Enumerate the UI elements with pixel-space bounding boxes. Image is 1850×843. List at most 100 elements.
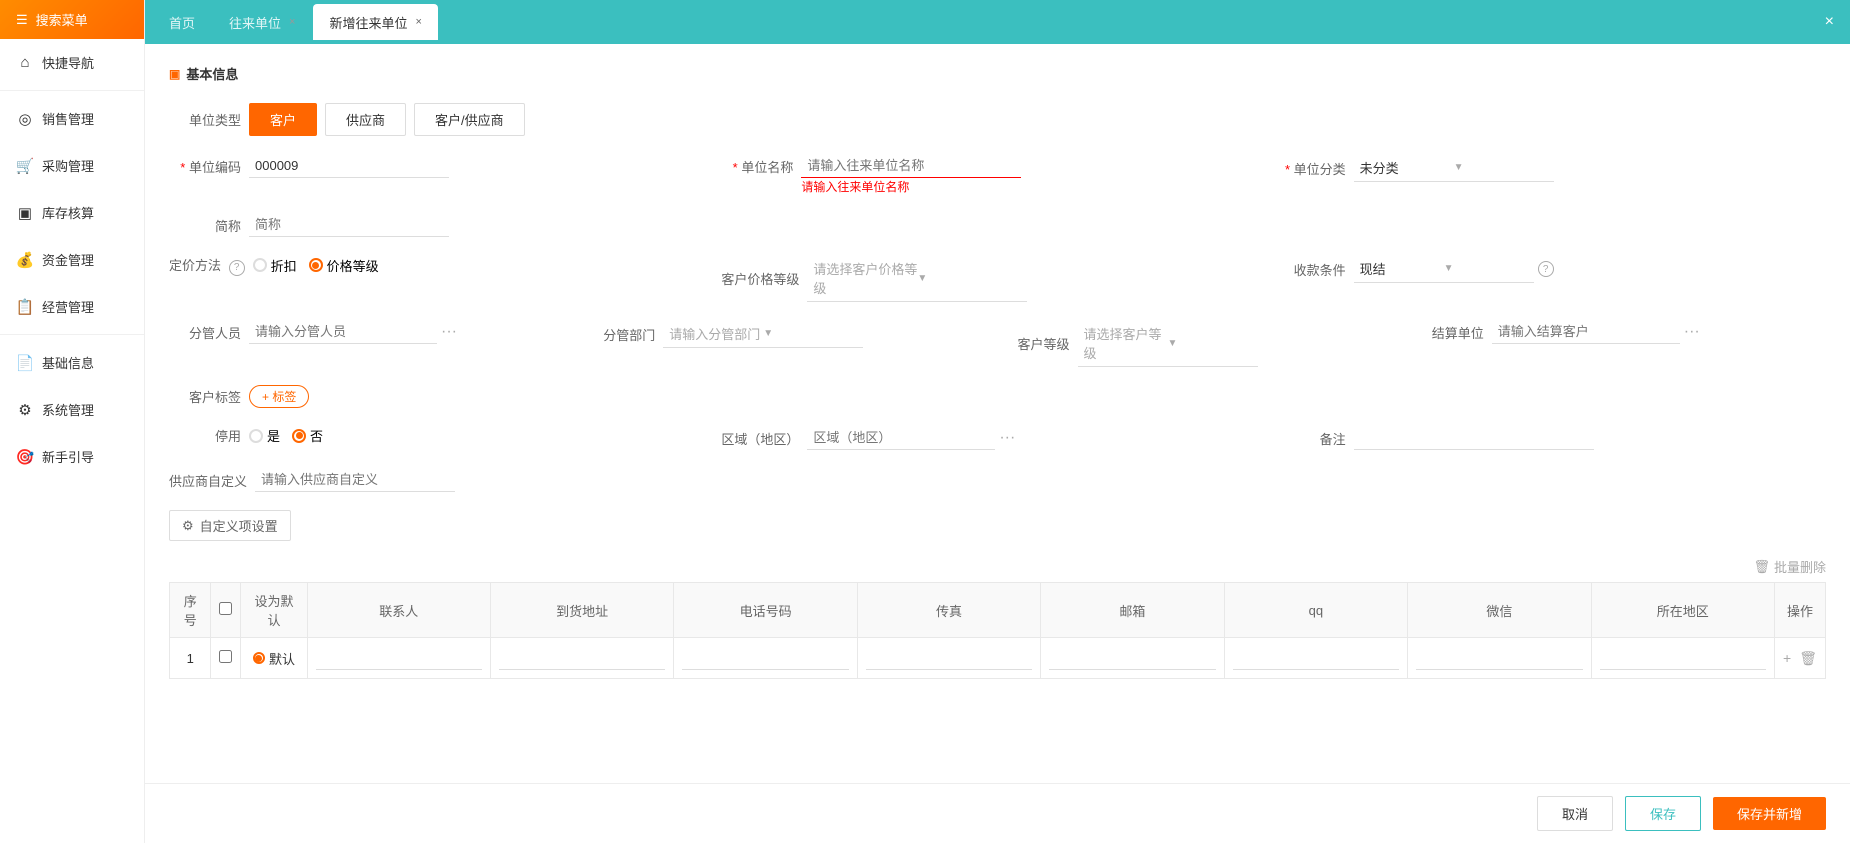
col-no: 序号 — [170, 583, 211, 638]
row-add-btn[interactable]: + — [1783, 650, 1791, 666]
col-wechat: 微信 — [1408, 583, 1591, 638]
sidebar-item-quick-nav[interactable]: ⌂快捷导航 — [0, 39, 144, 86]
disable-label: 停用 — [169, 426, 249, 445]
save-button[interactable]: 保存 — [1625, 796, 1701, 831]
sidebar-item-finance[interactable]: 💰资金管理 — [0, 236, 144, 283]
pricing-help-icon[interactable]: ? — [229, 260, 245, 276]
abbr-label: 简称 — [169, 216, 249, 235]
row-contact-input[interactable] — [316, 646, 482, 670]
type-btn-customer[interactable]: 客户 — [249, 103, 317, 136]
form-content: ▣ 基本信息 单位类型 客户供应商客户/供应商 * 单位编码 * 单位名称 — [145, 44, 1850, 783]
payment-help-icon[interactable]: ? — [1538, 261, 1554, 277]
row-default-radio[interactable] — [253, 652, 265, 664]
row-address-input[interactable] — [499, 646, 665, 670]
sidebar-item-basic[interactable]: 📄基础信息 — [0, 339, 144, 386]
unit-category-arrow: ▼ — [1454, 162, 1548, 173]
section-title-label: 基本信息 — [186, 64, 238, 83]
settlement-input[interactable] — [1492, 320, 1680, 344]
row-delete-btn[interactable]: 🗑 — [1799, 650, 1817, 667]
row-email-input[interactable] — [1049, 646, 1215, 670]
unit-code-field: * 单位编码 — [169, 154, 721, 178]
unit-type-label: 单位类型 — [169, 110, 249, 129]
supplier-custom-label: 供应商自定义 — [169, 471, 255, 490]
manager-input[interactable] — [249, 320, 437, 344]
col-address: 到货地址 — [490, 583, 673, 638]
code-name-row: * 单位编码 * 单位名称 请输入往来单位名称 * 单位分类 — [169, 154, 1826, 195]
unit-category-label: * 单位分类 — [1274, 159, 1354, 178]
sidebar-item-label-inventory: 库存核算 — [42, 203, 94, 222]
select-all-checkbox[interactable] — [219, 602, 232, 615]
col-default: 设为默认 — [241, 583, 307, 638]
payment-select[interactable]: 现结 ▼ — [1354, 255, 1534, 283]
col-check — [211, 583, 241, 638]
pricing-discount[interactable]: 折扣 — [253, 256, 297, 275]
area-input[interactable] — [807, 426, 995, 450]
cancel-button[interactable]: 取消 — [1537, 796, 1613, 831]
dept-placeholder: 请输入分管部门 — [669, 324, 763, 343]
unit-name-label: * 单位名称 — [721, 157, 801, 176]
sidebar-item-system[interactable]: ⚙系统管理 — [0, 386, 144, 433]
sidebar-item-label-system: 系统管理 — [42, 400, 94, 419]
search-menu-label: 搜索菜单 — [36, 10, 88, 29]
pricing-discount-radio — [253, 258, 267, 272]
customer-price-select[interactable]: 请选择客户价格等级 ▼ — [807, 255, 1027, 302]
tag-row: 客户标签 + 标签 — [169, 385, 1826, 408]
unit-name-field: * 单位名称 请输入往来单位名称 — [721, 154, 1273, 195]
tag-field: 客户标签 + 标签 — [169, 385, 1826, 408]
batch-delete-btn[interactable]: 🗑 批量删除 — [1753, 557, 1826, 576]
customer-price-field: 客户价格等级 请选择客户价格等级 ▼ — [721, 255, 1273, 302]
sidebar-item-purchase[interactable]: 🛒采购管理 — [0, 142, 144, 189]
row-default-label: 默认 — [269, 649, 295, 668]
row-qq-input[interactable] — [1233, 646, 1400, 670]
tab-contacts-close[interactable]: × — [289, 16, 295, 28]
type-btn-both[interactable]: 客户/供应商 — [414, 103, 525, 136]
dept-arrow: ▼ — [763, 328, 857, 339]
type-btn-supplier[interactable]: 供应商 — [325, 103, 406, 136]
manager-field: 分管人员 ··· — [169, 320, 583, 344]
abbr-input[interactable] — [249, 213, 449, 237]
tab-contacts[interactable]: 往来单位 × — [213, 4, 311, 40]
remark-input[interactable] — [1354, 426, 1594, 450]
sidebar-item-guide[interactable]: 🎯新手引导 — [0, 433, 144, 480]
row-checkbox[interactable] — [219, 650, 232, 663]
tab-new-contact[interactable]: 新增往来单位 × — [313, 4, 437, 40]
row-phone-input[interactable] — [682, 646, 848, 670]
custom-settings-btn[interactable]: ⚙ 自定义项设置 — [169, 510, 291, 541]
save-and-new-button[interactable]: 保存并新增 — [1713, 797, 1826, 830]
abbr-row: 简称 — [169, 213, 1826, 237]
row-region-input[interactable] — [1600, 646, 1766, 670]
quick-nav-icon: ⌂ — [16, 54, 34, 72]
customer-level-select[interactable]: 请选择客户等级 ▼ — [1078, 320, 1258, 367]
supplier-custom-input[interactable] — [255, 468, 455, 492]
disable-no[interactable]: 否 — [292, 426, 323, 445]
unit-category-select[interactable]: 未分类 ▼ — [1354, 154, 1554, 182]
search-menu[interactable]: ☰ 搜索菜单 — [0, 0, 144, 39]
manager-more[interactable]: ··· — [437, 323, 461, 341]
customer-price-arrow: ▼ — [917, 273, 1021, 284]
disable-yes[interactable]: 是 — [249, 426, 280, 445]
col-fax: 传真 — [857, 583, 1040, 638]
table-row: 1 默认 — [170, 638, 1826, 679]
unit-code-input[interactable] — [249, 154, 449, 178]
row-fax-input[interactable] — [866, 646, 1032, 670]
customer-level-field: 客户等级 请选择客户等级 ▼ — [998, 320, 1412, 367]
dept-label: 分管部门 — [583, 325, 663, 344]
close-all-tabs[interactable]: × — [1817, 13, 1842, 31]
row-contact — [307, 638, 490, 679]
dept-select[interactable]: 请输入分管部门 ▼ — [663, 320, 863, 348]
row-wechat-input[interactable] — [1416, 646, 1582, 670]
sidebar-item-label-operations: 经营管理 — [42, 297, 94, 316]
sidebar-item-sales[interactable]: ◎销售管理 — [0, 95, 144, 142]
unit-name-input[interactable] — [801, 154, 1021, 178]
tab-home[interactable]: 首页 — [153, 4, 211, 40]
tab-new-contact-close[interactable]: × — [415, 16, 421, 28]
operations-icon: 📋 — [16, 298, 34, 316]
remark-field: 备注 — [1274, 426, 1826, 450]
settlement-more[interactable]: ··· — [1680, 323, 1704, 341]
pricing-level[interactable]: 价格等级 — [309, 256, 379, 275]
disable-no-radio — [292, 429, 306, 443]
add-tag-button[interactable]: + 标签 — [249, 385, 309, 408]
area-more[interactable]: ··· — [995, 429, 1019, 447]
sidebar-item-inventory[interactable]: ▣库存核算 — [0, 189, 144, 236]
sidebar-item-operations[interactable]: 📋 经营管理 — [0, 283, 144, 330]
